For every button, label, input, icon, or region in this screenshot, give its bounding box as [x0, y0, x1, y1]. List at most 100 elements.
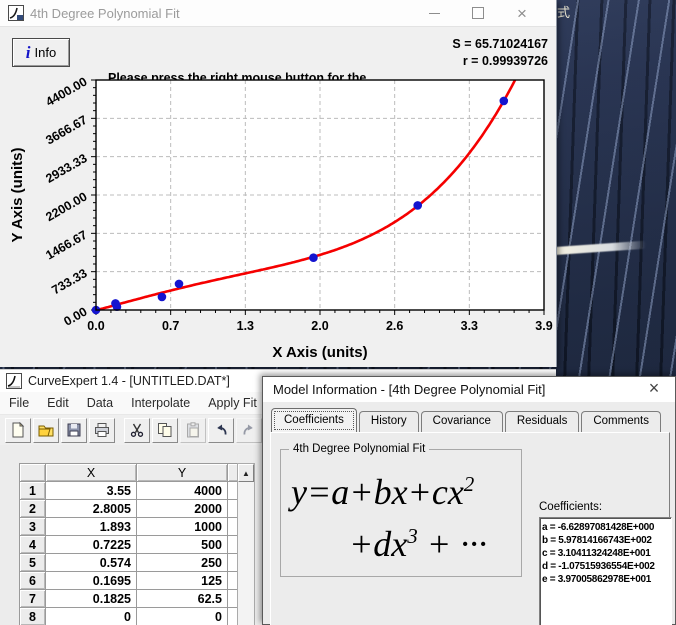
curveexpert-app-icon [6, 373, 22, 389]
graph-window-titlebar[interactable]: 4th Degree Polynomial Fit × [0, 0, 556, 27]
open-button[interactable] [33, 417, 59, 443]
row-number[interactable]: 3 [19, 517, 46, 536]
paste-icon [187, 422, 199, 438]
cell-y[interactable]: 125 [136, 571, 228, 590]
row-number[interactable]: 7 [19, 589, 46, 608]
tab-comments[interactable]: Comments [581, 411, 661, 432]
svg-text:X Axis (units): X Axis (units) [272, 344, 367, 361]
cut-button[interactable] [124, 417, 150, 443]
table-row: 6 0.1695 125 [19, 571, 240, 590]
dialog-titlebar[interactable]: Model Information - [4th Degree Polynomi… [263, 377, 675, 402]
new-icon [12, 422, 25, 438]
svg-text:4400.00: 4400.00 [43, 74, 89, 109]
coefficient-line[interactable]: b = 5.97814166743E+002 [542, 534, 669, 547]
print-icon [95, 423, 109, 437]
table-scrollbar[interactable]: ▲ [237, 463, 255, 625]
menu-apply-fit[interactable]: Apply Fit [199, 396, 266, 410]
row-number[interactable]: 8 [19, 607, 46, 625]
svg-text:3.3: 3.3 [461, 319, 478, 333]
coefficients-listbox[interactable]: a = -6.62897081428E+000 b = 5.97814166743… [539, 517, 672, 625]
stat-correlation: r = 0.99939726 [462, 54, 548, 68]
maximize-icon [472, 7, 484, 19]
maximize-button[interactable] [456, 0, 500, 26]
row-number[interactable]: 5 [19, 553, 46, 572]
tab-coefficients[interactable]: Coefficients [271, 408, 357, 433]
cell-y[interactable]: 250 [136, 553, 228, 572]
redo-button[interactable] [236, 417, 262, 443]
corner-cell[interactable] [19, 463, 46, 482]
cell-x[interactable]: 1.893 [45, 517, 137, 536]
data-grid: X Y 1 3.55 4000 2 2.8005 2000 3 1.893 1000 4 0.7225 5… [19, 463, 240, 625]
model-info-dialog: Model Information - [4th Degree Polynomi… [262, 376, 676, 625]
svg-text:3.9: 3.9 [535, 319, 552, 333]
copy-icon [158, 423, 172, 437]
cell-y[interactable]: 0 [136, 607, 228, 625]
print-button[interactable] [89, 417, 115, 443]
new-button[interactable] [5, 417, 31, 443]
coefficient-line[interactable]: c = 3.10411324248E+001 [542, 547, 669, 560]
column-header-x[interactable]: X [45, 463, 137, 482]
svg-text:0.00: 0.00 [61, 304, 89, 328]
menu-interpolate[interactable]: Interpolate [122, 396, 199, 410]
cell-x[interactable]: 2.8005 [45, 499, 137, 518]
table-row: 1 3.55 4000 [19, 481, 240, 500]
scroll-up-icon: ▲ [242, 468, 250, 478]
row-number[interactable]: 1 [19, 481, 46, 500]
menu-data[interactable]: Data [78, 396, 122, 410]
open-icon [38, 425, 54, 437]
row-number[interactable]: 2 [19, 499, 46, 518]
cell-x[interactable]: 0.7225 [45, 535, 137, 554]
plot-area[interactable]: 0.0 0.7 1.3 2.0 2.6 3.3 3.9 0.00 733.331466.67 22… [0, 72, 556, 368]
graph-window: 4th Degree Polynomial Fit × i Info Pleas… [0, 0, 557, 367]
menu-edit[interactable]: Edit [38, 396, 78, 410]
minimize-button[interactable] [412, 0, 456, 26]
stat-standard-error: S = 65.71024167 [452, 37, 548, 51]
coefficient-line[interactable]: d = -1.07515936554E+002 [542, 560, 669, 573]
close-button[interactable]: × [500, 0, 544, 26]
toolbar-separator [116, 419, 123, 442]
curveexpert-title: CurveExpert 1.4 - [UNTITLED.DAT*] [28, 374, 230, 388]
row-number[interactable]: 6 [19, 571, 46, 590]
dialog-close-button[interactable]: × [643, 378, 665, 399]
desktop-icon-label: 式 [557, 5, 571, 20]
info-button[interactable]: i Info [12, 38, 70, 67]
copy-button[interactable] [152, 417, 178, 443]
svg-text:0.0: 0.0 [87, 319, 104, 333]
info-icon: i [25, 42, 31, 62]
coefficient-line[interactable]: e = 3.97005862978E+001 [542, 573, 669, 586]
cell-y[interactable]: 500 [136, 535, 228, 554]
tab-residuals[interactable]: Residuals [504, 411, 580, 432]
row-number[interactable]: 4 [19, 535, 46, 554]
cell-x[interactable]: 3.55 [45, 481, 137, 500]
save-icon [67, 423, 81, 437]
svg-text:2.6: 2.6 [386, 319, 403, 333]
svg-text:1.3: 1.3 [237, 319, 254, 333]
cell-y[interactable]: 4000 [136, 481, 228, 500]
cell-x[interactable]: 0.1695 [45, 571, 137, 590]
coefficients-label: Coefficients: [539, 501, 603, 513]
fit-statistics: S = 65.71024167 r = 0.99939726 [452, 36, 548, 70]
scroll-up-button[interactable]: ▲ [238, 464, 254, 482]
paste-button[interactable] [180, 417, 206, 443]
undo-button[interactable] [208, 417, 234, 443]
menu-file[interactable]: File [0, 396, 38, 410]
svg-text:1466.67: 1466.67 [43, 228, 89, 263]
model-groupbox: 4th Degree Polynomial Fit y=a+bx+cx2 +dx… [280, 443, 522, 577]
column-header-y[interactable]: Y [136, 463, 228, 482]
svg-text:2933.33: 2933.33 [43, 151, 89, 186]
tab-covariance[interactable]: Covariance [420, 411, 503, 432]
svg-text:2.0: 2.0 [311, 319, 328, 333]
cell-x[interactable]: 0.574 [45, 553, 137, 572]
table-row: 5 0.574 250 [19, 553, 240, 572]
save-button[interactable] [61, 417, 87, 443]
cell-x[interactable]: 0.1825 [45, 589, 137, 608]
graph-app-icon [8, 5, 24, 21]
cell-y[interactable]: 1000 [136, 517, 228, 536]
cell-y[interactable]: 62.5 [136, 589, 228, 608]
model-groupbox-title: 4th Degree Polynomial Fit [289, 443, 430, 455]
cell-x[interactable]: 0 [45, 607, 137, 625]
coefficient-line[interactable]: a = -6.62897081428E+000 [542, 521, 669, 534]
tab-history[interactable]: History [358, 411, 419, 432]
cell-y[interactable]: 2000 [136, 499, 228, 518]
redo-icon [243, 424, 253, 435]
